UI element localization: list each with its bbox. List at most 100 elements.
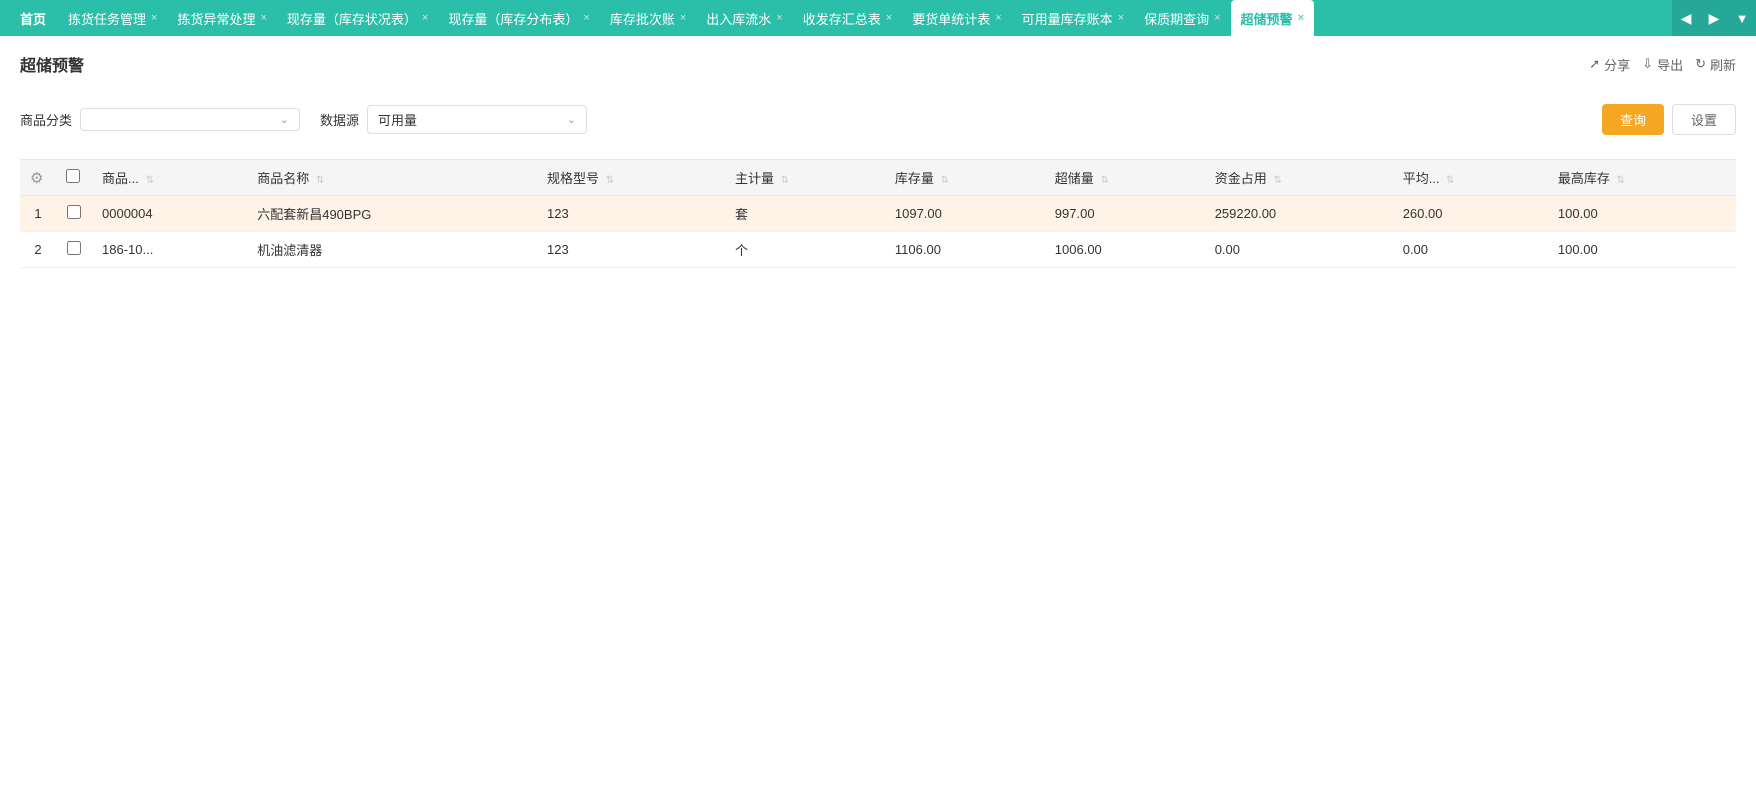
row-maxstock: 100.00 — [1548, 232, 1736, 268]
tab-inout-flow[interactable]: 出入库流水 × — [696, 0, 792, 36]
close-icon[interactable]: × — [260, 12, 266, 24]
unit-column-header: 主计量 ⇅ — [725, 160, 885, 196]
page-content: 超储预警 ➚ 分享 ⇩ 导出 ↻ 刷新 商品分类 ⌄ 数据源 — [0, 36, 1756, 800]
close-icon[interactable]: × — [995, 12, 1001, 24]
tab-recv-summary[interactable]: 收发存汇总表 × — [793, 0, 902, 36]
export-button[interactable]: ⇩ 导出 — [1642, 55, 1683, 74]
row-checkbox-cell — [56, 196, 92, 232]
datasource-label: 数据源 — [320, 110, 359, 129]
select-all-checkbox[interactable] — [66, 169, 80, 183]
spec-column-header: 规格型号 ⇅ — [537, 160, 725, 196]
tab-pick-exception[interactable]: 拣货异常处理 × — [167, 0, 276, 36]
sort-icon[interactable]: ⇅ — [781, 175, 789, 186]
row-unit: 个 — [725, 232, 885, 268]
row-over: 1006.00 — [1045, 232, 1205, 268]
table-header-row: ⚙ 商品... ⇅ 商品名称 ⇅ 规格型号 ⇅ 主计量 — [20, 160, 1736, 196]
close-icon[interactable]: × — [680, 12, 686, 24]
refresh-button[interactable]: ↻ 刷新 — [1695, 55, 1736, 74]
datasource-select[interactable]: 可用量 ⌄ — [367, 105, 587, 134]
row-capital: 259220.00 — [1205, 196, 1393, 232]
sort-icon[interactable]: ⇅ — [145, 175, 153, 186]
sort-icon[interactable]: ⇅ — [316, 175, 324, 186]
name-column-header: 商品名称 ⇅ — [247, 160, 537, 196]
row-avg: 260.00 — [1393, 196, 1548, 232]
share-icon: ➚ — [1589, 56, 1600, 72]
sort-icon[interactable]: ⇅ — [941, 175, 949, 186]
stock-column-header: 库存量 ⇅ — [885, 160, 1045, 196]
nav-prev-arrow[interactable]: ◀ — [1672, 0, 1700, 36]
sort-icon[interactable]: ⇅ — [606, 175, 614, 186]
row-number: 1 — [20, 196, 56, 232]
close-icon[interactable]: × — [583, 12, 589, 24]
tab-order-stats[interactable]: 要货单统计表 × — [902, 0, 1011, 36]
nav-arrows: ◀ ▶ ▼ — [1672, 0, 1756, 36]
row-code: 0000004 — [92, 196, 247, 232]
close-icon[interactable]: × — [151, 12, 157, 24]
tab-inventory-dist[interactable]: 现存量（库存分布表） × — [438, 0, 599, 36]
data-table: ⚙ 商品... ⇅ 商品名称 ⇅ 规格型号 ⇅ 主计量 — [20, 159, 1736, 268]
row-number: 2 — [20, 232, 56, 268]
row-checkbox[interactable] — [67, 205, 81, 219]
category-filter-group: 商品分类 ⌄ — [20, 108, 300, 131]
code-column-header: 商品... ⇅ — [92, 160, 247, 196]
tab-batch-account[interactable]: 库存批次账 × — [600, 0, 696, 36]
table-row: 1 0000004 六配套新昌490BPG 123 套 1097.00 997.… — [20, 196, 1736, 232]
sort-icon[interactable]: ⇅ — [1273, 175, 1281, 186]
tab-usable-account[interactable]: 可用量库存账本 × — [1012, 0, 1134, 36]
nav-next-arrow[interactable]: ▶ — [1700, 0, 1728, 36]
row-stock: 1106.00 — [885, 232, 1045, 268]
row-over: 997.00 — [1045, 196, 1205, 232]
close-icon[interactable]: × — [886, 12, 892, 24]
tab-expiry-query[interactable]: 保质期查询 × — [1134, 0, 1230, 36]
chevron-down-icon: ⌄ — [280, 113, 289, 126]
row-unit: 套 — [725, 196, 885, 232]
datasource-select-text: 可用量 — [378, 110, 417, 129]
header-actions: ➚ 分享 ⇩ 导出 ↻ 刷新 — [1589, 55, 1736, 74]
over-column-header: 超储量 ⇅ — [1045, 160, 1205, 196]
sort-icon[interactable]: ⇅ — [1100, 175, 1108, 186]
table-body: 1 0000004 六配套新昌490BPG 123 套 1097.00 997.… — [20, 196, 1736, 268]
row-spec: 123 — [537, 196, 725, 232]
checkbox-column-header — [56, 160, 92, 196]
gear-button[interactable]: ⚙ — [30, 169, 43, 187]
datasource-filter-group: 数据源 可用量 ⌄ — [320, 105, 587, 134]
close-icon[interactable]: × — [1118, 12, 1124, 24]
table-row: 2 186-10... 机油滤清器 123 个 1106.00 1006.00 … — [20, 232, 1736, 268]
row-name: 六配套新昌490BPG — [247, 196, 537, 232]
refresh-icon: ↻ — [1695, 56, 1706, 72]
close-icon[interactable]: × — [1298, 12, 1304, 24]
row-maxstock: 100.00 — [1548, 196, 1736, 232]
category-label: 商品分类 — [20, 110, 72, 129]
row-spec: 123 — [537, 232, 725, 268]
page-title: 超储预警 — [20, 52, 84, 76]
close-icon[interactable]: × — [776, 12, 782, 24]
export-icon: ⇩ — [1642, 56, 1653, 72]
filter-row: 商品分类 ⌄ 数据源 可用量 ⌄ 查询 设置 — [20, 92, 1736, 147]
row-stock: 1097.00 — [885, 196, 1045, 232]
nav-bar: 首页 拣货任务管理 × 拣货异常处理 × 现存量（库存状况表） × 现存量（库存… — [0, 0, 1756, 36]
sort-icon[interactable]: ⇅ — [1617, 175, 1625, 186]
nav-expand-btn[interactable]: ▼ — [1728, 0, 1756, 36]
close-icon[interactable]: × — [422, 12, 428, 24]
row-code: 186-10... — [92, 232, 247, 268]
share-button[interactable]: ➚ 分享 — [1589, 55, 1630, 74]
settings-button[interactable]: 设置 — [1672, 104, 1736, 135]
category-select[interactable]: ⌄ — [80, 108, 300, 131]
tab-pick-task[interactable]: 拣货任务管理 × — [58, 0, 167, 36]
close-icon[interactable]: × — [1214, 12, 1220, 24]
row-avg: 0.00 — [1393, 232, 1548, 268]
maxstock-column-header: 最高库存 ⇅ — [1548, 160, 1736, 196]
sort-icon[interactable]: ⇅ — [1446, 175, 1454, 186]
tab-overstock-warning[interactable]: 超储预警 × — [1231, 0, 1314, 36]
row-capital: 0.00 — [1205, 232, 1393, 268]
chevron-down-icon: ⌄ — [567, 113, 576, 126]
row-checkbox[interactable] — [67, 241, 81, 255]
row-checkbox-cell — [56, 232, 92, 268]
gear-column-header: ⚙ — [20, 160, 56, 196]
nav-home[interactable]: 首页 — [8, 0, 58, 36]
query-button[interactable]: 查询 — [1602, 104, 1664, 135]
page-header: 超储预警 ➚ 分享 ⇩ 导出 ↻ 刷新 — [20, 52, 1736, 76]
tab-inventory-status[interactable]: 现存量（库存状况表） × — [277, 0, 438, 36]
capital-column-header: 资金占用 ⇅ — [1205, 160, 1393, 196]
avg-column-header: 平均... ⇅ — [1393, 160, 1548, 196]
